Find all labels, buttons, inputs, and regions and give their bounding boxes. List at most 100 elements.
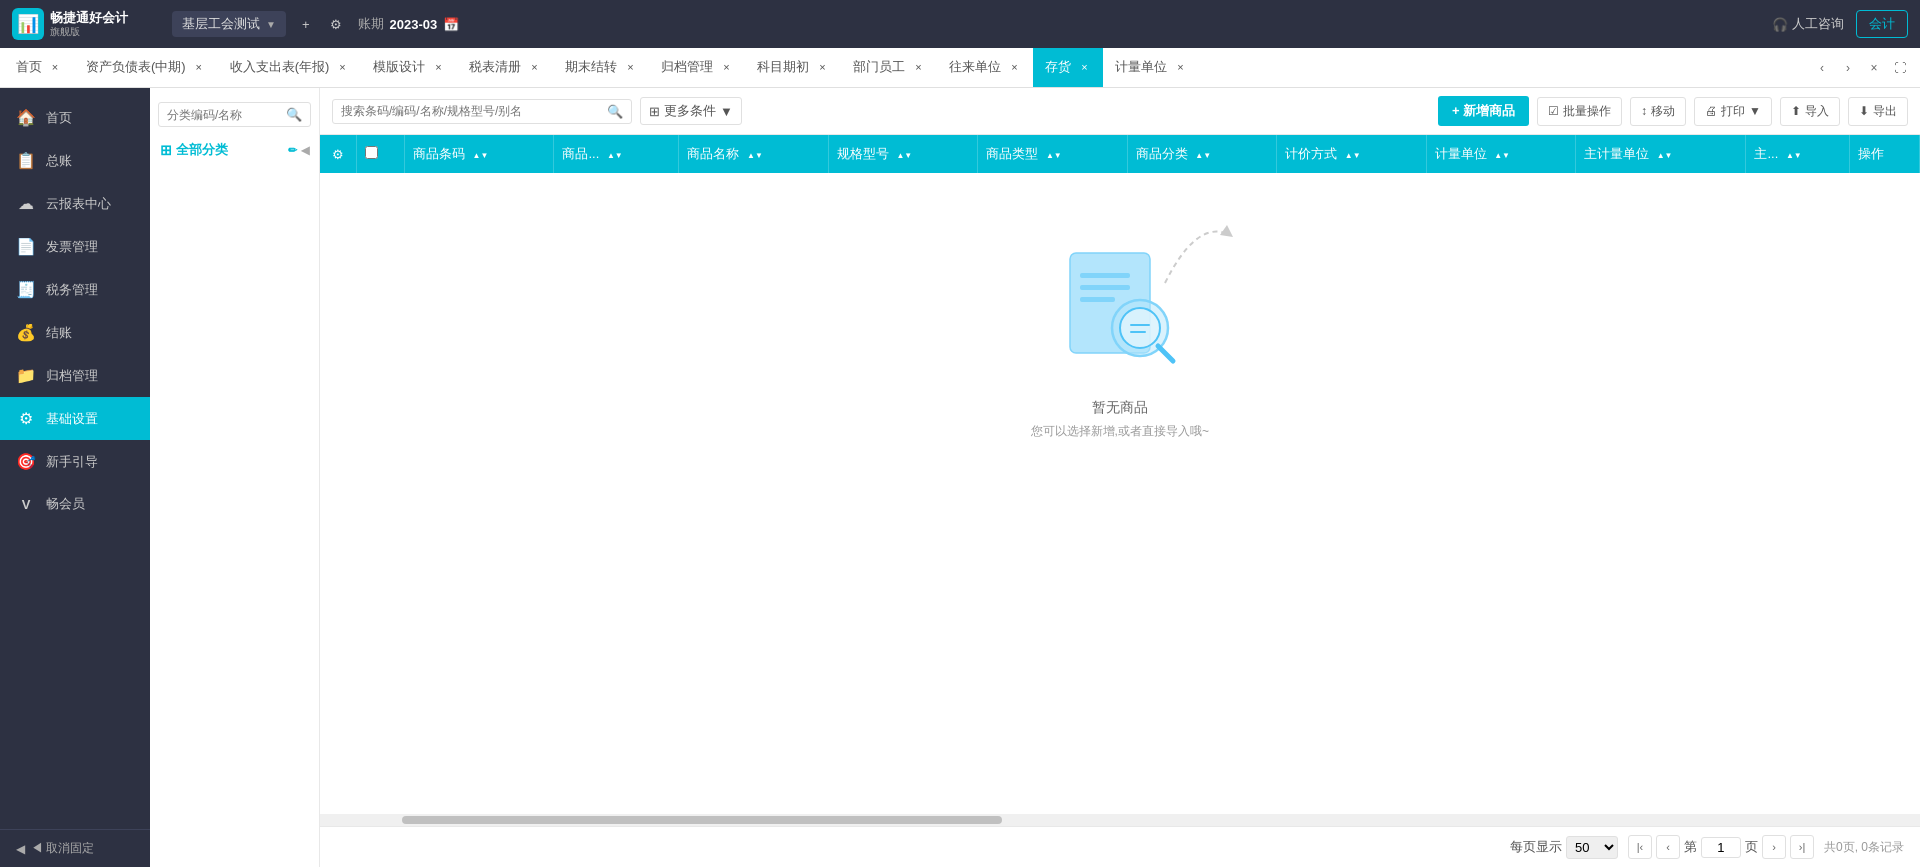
table-col-main-unit[interactable]: 主计量单位 ▲▼ (1576, 135, 1746, 173)
table-col-checkbox[interactable] (356, 135, 404, 173)
select-all-checkbox[interactable] (365, 146, 378, 159)
table-col-unit[interactable]: 计量单位 ▲▼ (1426, 135, 1575, 173)
sidebar-item-invoice[interactable]: 📄 发票管理 (0, 225, 150, 268)
sidebar-item-home[interactable]: 🏠 首页 (0, 96, 150, 139)
tab-balance-sheet[interactable]: 资产负债表(中期) × (74, 48, 218, 88)
tab-archive[interactable]: 归档管理 × (649, 48, 745, 88)
table-col-category[interactable]: 商品分类 ▲▼ (1127, 135, 1276, 173)
consult-button[interactable]: 🎧 人工咨询 (1772, 15, 1844, 33)
sidebar-label-tax: 税务管理 (46, 281, 98, 299)
table-body: 暂无商品 您可以选择新增,或者直接导入哦~ (320, 173, 1920, 500)
tab-close-homepage[interactable]: × (48, 60, 62, 74)
product-search-bar[interactable]: 🔍 (332, 99, 632, 124)
more-filter-button[interactable]: ⊞ 更多条件 ▼ (640, 97, 742, 125)
svg-line-6 (1158, 346, 1173, 361)
table-col-type[interactable]: 商品类型 ▲▼ (978, 135, 1127, 173)
tab-template[interactable]: 模版设计 × (361, 48, 457, 88)
settings-button[interactable]: ⚙ (324, 13, 348, 36)
tab-close-balance[interactable]: × (192, 60, 206, 74)
tab-expand-button[interactable]: ⛶ (1888, 56, 1912, 80)
account-button[interactable]: 会计 (1856, 10, 1908, 38)
left-panel: 🔍 ⊞ 全部分类 ✏ ◀ (150, 88, 320, 867)
prev-page-button[interactable]: ‹ (1656, 835, 1680, 859)
sidebar-label-member: 畅会员 (46, 495, 85, 513)
table-col-settings[interactable]: ⚙ (320, 135, 356, 173)
tab-close-contacts[interactable]: × (1007, 60, 1021, 74)
tab-inventory[interactable]: 存货 × (1033, 48, 1103, 88)
right-panel: 🔍 ⊞ 更多条件 ▼ + 新增商品 ☑ 批量操作 ↕ (320, 88, 1920, 867)
add-tab-button[interactable]: + (296, 13, 316, 36)
tab-close-template[interactable]: × (431, 60, 445, 74)
sidebar-item-newbie[interactable]: 🎯 新手引导 (0, 440, 150, 483)
import-button[interactable]: ⬆ 导入 (1780, 97, 1840, 126)
tab-close-income[interactable]: × (335, 60, 349, 74)
tab-department[interactable]: 部门员工 × (841, 48, 937, 88)
tab-subject-init[interactable]: 科目期初 × (745, 48, 841, 88)
table-col-code[interactable]: 商品... ▲▼ (554, 135, 679, 173)
category-search-icon[interactable]: 🔍 (286, 107, 302, 122)
tab-close-unit[interactable]: × (1173, 60, 1187, 74)
tab-label: 归档管理 (661, 58, 713, 76)
calendar-icon[interactable]: 📅 (443, 17, 459, 32)
page-size-select-input[interactable]: 10 20 50 100 (1566, 836, 1618, 859)
scroll-thumb[interactable] (402, 816, 1002, 824)
tab-close-archive[interactable]: × (719, 60, 733, 74)
svg-marker-9 (1220, 225, 1233, 237)
table-col-price-method[interactable]: 计价方式 ▲▼ (1277, 135, 1426, 173)
more-filter-label: 更多条件 (664, 102, 716, 120)
sidebar-unpin-button[interactable]: ◀ ◀ 取消固定 (0, 829, 150, 867)
period-label: 账期 (358, 15, 384, 33)
tab-prev-button[interactable]: ‹ (1810, 56, 1834, 80)
move-button[interactable]: ↕ 移动 (1630, 97, 1686, 126)
sidebar-label-invoice: 发票管理 (46, 238, 98, 256)
sidebar-item-archive[interactable]: 📁 归档管理 (0, 354, 150, 397)
table-col-barcode[interactable]: 商品条码 ▲▼ (404, 135, 553, 173)
tab-close-all-button[interactable]: × (1862, 56, 1886, 80)
next-page-button[interactable]: › (1762, 835, 1786, 859)
product-search-input[interactable] (341, 104, 603, 118)
new-product-button[interactable]: + 新增商品 (1438, 96, 1529, 126)
sidebar-item-tax[interactable]: 🧾 税务管理 (0, 268, 150, 311)
batch-operation-button[interactable]: ☑ 批量操作 (1537, 97, 1622, 126)
collapse-category-icon[interactable]: ◀ (301, 144, 309, 157)
tab-close-tax[interactable]: × (527, 60, 541, 74)
tab-period-transfer[interactable]: 期末结转 × (553, 48, 649, 88)
print-button[interactable]: 🖨 打印 ▼ (1694, 97, 1772, 126)
table-col-main-abbr[interactable]: 主... ▲▼ (1746, 135, 1850, 173)
last-page-button[interactable]: ›| (1790, 835, 1814, 859)
sidebar-item-cloud-report[interactable]: ☁ 云报表中心 (0, 182, 150, 225)
horizontal-scrollbar[interactable] (320, 814, 1920, 826)
tab-close-dept[interactable]: × (911, 60, 925, 74)
table-col-name[interactable]: 商品名称 ▲▼ (679, 135, 828, 173)
export-button[interactable]: ⬇ 导出 (1848, 97, 1908, 126)
sidebar-item-ledger[interactable]: 📋 总账 (0, 139, 150, 182)
page-number-input[interactable] (1701, 837, 1741, 858)
edit-category-icon[interactable]: ✏ (288, 144, 297, 157)
cloud-icon: ☁ (16, 194, 36, 213)
search-icon[interactable]: 🔍 (607, 104, 623, 119)
sidebar-item-basic-settings[interactable]: ⚙ 基础设置 (0, 397, 150, 440)
category-search-box[interactable]: 🔍 (158, 102, 311, 127)
first-page-button[interactable]: |‹ (1628, 835, 1652, 859)
tab-next-button[interactable]: › (1836, 56, 1860, 80)
sidebar-item-close[interactable]: 💰 结账 (0, 311, 150, 354)
empty-state: 暂无商品 您可以选择新增,或者直接导入哦~ (320, 173, 1920, 500)
table-col-spec[interactable]: 规格型号 ▲▼ (828, 135, 977, 173)
sidebar-item-member[interactable]: V 畅会员 (0, 483, 150, 525)
sort-arrows-code: ▲▼ (607, 151, 623, 160)
settings-gear-icon: ⚙ (16, 409, 36, 428)
tab-homepage[interactable]: 首页 × (4, 48, 74, 88)
tab-contacts[interactable]: 往来单位 × (937, 48, 1033, 88)
tab-unit[interactable]: 计量单位 × (1103, 48, 1199, 88)
logo-text: 畅捷通好会计 旗舰版 (50, 10, 128, 38)
sort-arrows-barcode: ▲▼ (473, 151, 489, 160)
tab-income[interactable]: 收入支出表(年报) × (218, 48, 362, 88)
tab-close-inventory[interactable]: × (1077, 60, 1091, 74)
company-selector[interactable]: 基层工会测试 ▼ (172, 11, 286, 37)
category-all[interactable]: ⊞ 全部分类 ✏ ◀ (150, 133, 319, 167)
tab-tax[interactable]: 税表清册 × (457, 48, 553, 88)
col-category-label: 商品分类 (1136, 146, 1188, 161)
tab-close-subject[interactable]: × (815, 60, 829, 74)
category-search-input[interactable] (167, 108, 282, 122)
tab-close-period[interactable]: × (623, 60, 637, 74)
